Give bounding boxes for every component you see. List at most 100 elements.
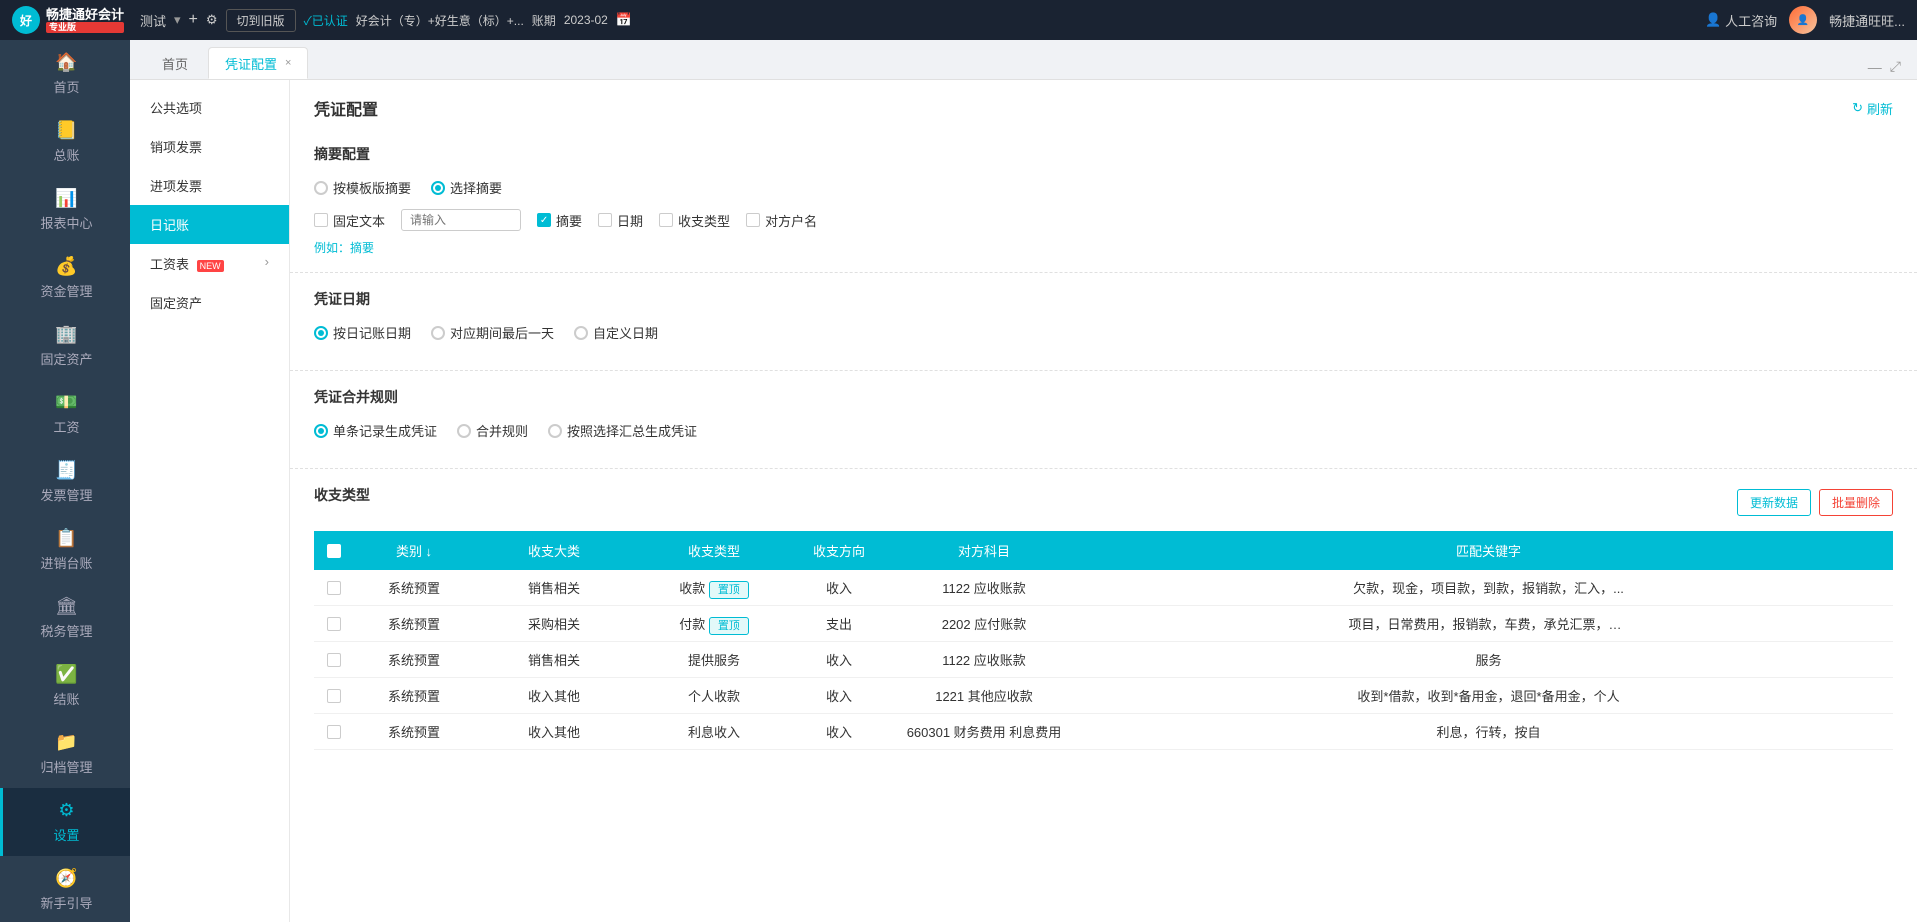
avatar[interactable]: 👤 [1789,6,1817,34]
gear-icon[interactable]: ⚙ [206,12,218,28]
tab-home-label: 首页 [162,54,188,73]
row-checkbox-cell[interactable] [314,570,354,606]
row-checkbox[interactable] [327,689,341,703]
radio-journal-date[interactable]: 按日记账日期 [314,323,411,342]
row-checkbox[interactable] [327,653,341,667]
table-row: 系统预置 采购相关 付款 置顶 支出 2202 应付账款 项目，日常费用，报销款… [314,606,1893,642]
radio-select-summary[interactable]: 选择摘要 [431,178,502,197]
test-label: 测试 [140,11,166,30]
sidebar-item-label: 工资 [53,417,79,436]
left-nav-purchase-invoice-label: 进项发票 [150,179,202,194]
chevron-down-icon[interactable]: ▾ [174,12,181,28]
radio-period-last[interactable]: 对应期间最后一天 [431,323,554,342]
fixed-text-input[interactable] [401,209,521,231]
refresh-button[interactable]: ↻ 刷新 [1852,99,1893,118]
radio-select-circle [431,181,445,195]
page-header: 凭证配置 ↻ 刷新 [290,80,1917,128]
radio-custom-date-label: 自定义日期 [593,323,658,342]
sidebar-item-tutorial[interactable]: 🧭 新手引导 [0,856,130,922]
update-data-button[interactable]: 更新数据 [1737,489,1811,516]
row-checkbox-cell[interactable] [314,606,354,642]
switch-version-button[interactable]: 切到旧版 [226,9,296,32]
calendar-icon[interactable]: 📅 [616,12,632,28]
type-tag[interactable]: 置顶 [709,581,749,599]
row-account: 1122 应收账款 [884,570,1084,606]
row-checkbox-cell[interactable] [314,678,354,714]
row-checkbox[interactable] [327,617,341,631]
sidebar-item-tax[interactable]: 🏛 税务管理 [0,584,130,652]
page-title: 凭证配置 [314,96,378,120]
tab-home[interactable]: 首页 [146,47,204,79]
th-category[interactable]: 类别 ↓ [354,531,474,570]
row-checkbox-cell[interactable] [314,642,354,678]
left-nav-sales-invoice[interactable]: 销项发票 [130,127,289,166]
left-nav-journal[interactable]: 日记账 [130,205,289,244]
sidebar-item-settings[interactable]: ⚙ 设置 [0,788,130,856]
chevron-right-icon: › [265,254,269,269]
minimize-icon[interactable]: — [1868,59,1882,75]
sidebar-item-invoice[interactable]: 🧾 发票管理 [0,448,130,516]
sidebar-item-purchase-sales[interactable]: 📋 进销台账 [0,516,130,584]
row-checkbox[interactable] [327,725,341,739]
row-type-big: 销售相关 [474,570,634,606]
add-icon[interactable]: + [189,11,198,29]
payroll-icon: 💵 [55,392,77,413]
radio-single-record[interactable]: 单条记录生成凭证 [314,421,437,440]
radio-select-label: 选择摘要 [450,178,502,197]
sidebar-item-label: 进销台账 [40,553,92,572]
voucher-date-section: 凭证日期 按日记账日期 对应期间最后一天 自定义日期 [290,273,1917,371]
row-keywords: 收到*借款，收到*备用金，退回*备用金，个人 [1084,678,1893,714]
sidebar-item-fixed-assets[interactable]: 🏢 固定资产 [0,312,130,380]
new-badge: NEW [197,260,224,272]
left-nav-payroll-table[interactable]: 工资表 NEW › [130,244,289,283]
funds-icon: 💰 [55,256,77,277]
batch-delete-button[interactable]: 批量删除 [1819,489,1893,516]
sidebar-item-label: 新手引导 [40,893,92,912]
radio-merge-rules[interactable]: 合并规则 [457,421,528,440]
archive-icon: 📁 [55,732,77,753]
sidebar-item-payroll[interactable]: 💵 工资 [0,380,130,448]
row-direction: 支出 [794,606,884,642]
row-category: 系统预置 [354,570,474,606]
checkbox-fixed-text-label: 固定文本 [333,211,385,230]
radio-merge-rules-circle [457,424,471,438]
sidebar-item-archive[interactable]: 📁 归档管理 [0,720,130,788]
income-type-section: 收支类型 更新数据 批量删除 ☐ [290,469,1917,766]
summary-config-title: 摘要配置 [314,144,1893,164]
voucher-date-title: 凭证日期 [314,289,1893,309]
type-tag[interactable]: 置顶 [709,617,749,635]
checkbox-fixed-text[interactable]: 固定文本 [314,211,385,230]
checkbox-summary[interactable]: ✓ 摘要 [537,211,582,230]
sidebar-item-reports[interactable]: 📊 报表中心 [0,176,130,244]
logo-area: 好 畅捷通好会计 专业版 [12,6,132,34]
select-all-checkbox[interactable]: ☐ [327,544,341,558]
checkbox-income-type[interactable]: 收支类型 [659,211,730,230]
radio-template-summary[interactable]: 按模板版摘要 [314,178,411,197]
sidebar-item-label: 发票管理 [40,485,92,504]
left-nav-purchase-invoice[interactable]: 进项发票 [130,166,289,205]
radio-summary-generate[interactable]: 按照选择汇总生成凭证 [548,421,697,440]
checkbox-date[interactable]: 日期 [598,211,643,230]
checkbox-counterparty[interactable]: 对方户名 [746,211,817,230]
sidebar-item-ledger[interactable]: 📒 总账 [0,108,130,176]
radio-custom-date-circle [574,326,588,340]
left-nav-journal-label: 日记账 [150,218,189,233]
sidebar-item-funds[interactable]: 💰 资金管理 [0,244,130,312]
radio-custom-date[interactable]: 自定义日期 [574,323,658,342]
tab-close-icon[interactable]: × [285,57,291,69]
tab-bar: 首页 凭证配置 × — ⤢ [130,40,1917,80]
sidebar-item-label: 资金管理 [40,281,92,300]
sidebar-item-home[interactable]: 🏠 首页 [0,40,130,108]
tab-voucher-config[interactable]: 凭证配置 × [208,47,308,79]
expand-icon[interactable]: ⤢ [1890,58,1901,75]
th-keyword: 匹配关键字 [1084,531,1893,570]
sidebar-item-label: 报表中心 [40,213,92,232]
human-service-button[interactable]: 👤 人工咨询 [1705,11,1777,30]
row-type: 收款 置顶 [634,570,794,606]
left-nav-public-label: 公共选项 [150,101,202,116]
left-nav-public[interactable]: 公共选项 [130,88,289,127]
sidebar-item-close-account[interactable]: ✅ 结账 [0,652,130,720]
left-nav-fixed-assets-sub[interactable]: 固定资产 [130,283,289,322]
row-checkbox-cell[interactable] [314,714,354,750]
row-checkbox[interactable] [327,581,341,595]
